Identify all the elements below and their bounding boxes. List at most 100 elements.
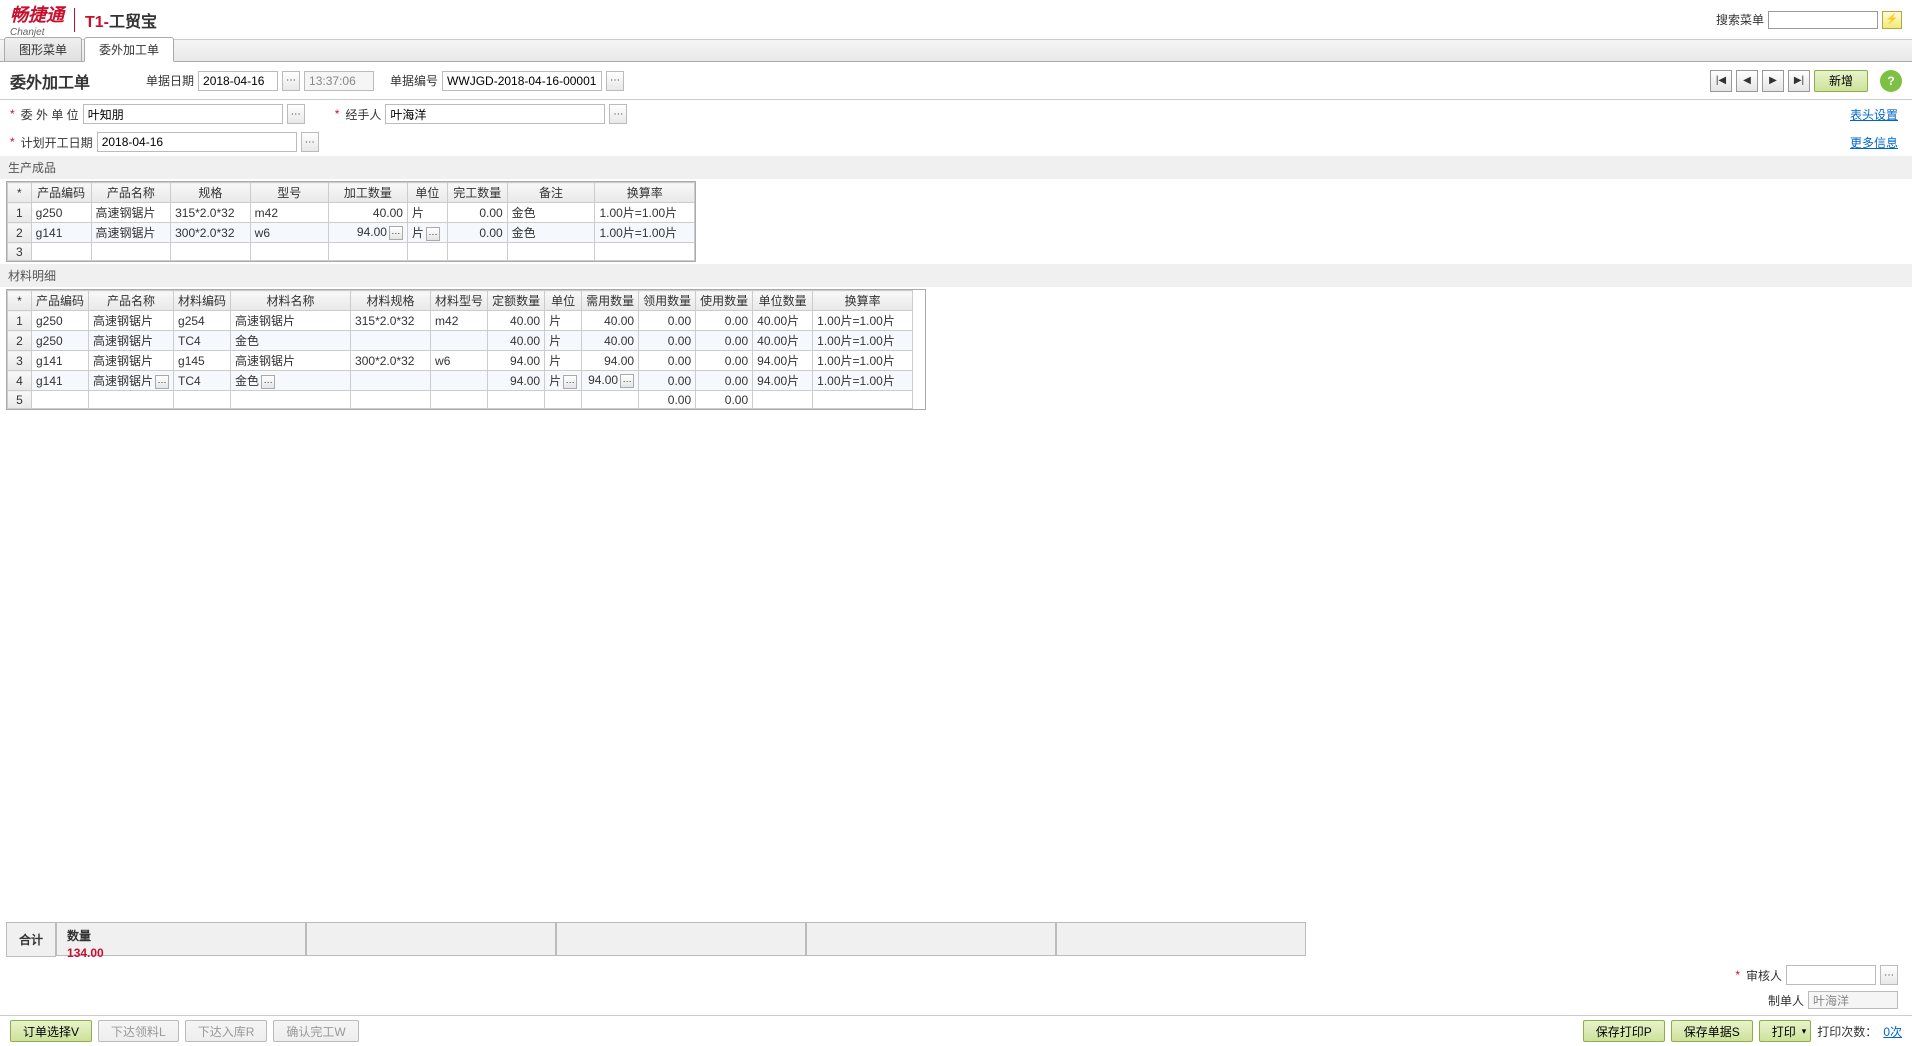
table-cell[interactable]: 40.00: [488, 331, 545, 351]
tab-graphic-menu[interactable]: 图形菜单: [4, 37, 82, 61]
products-col-header[interactable]: 产品编码: [31, 183, 91, 203]
cell-lookup-icon[interactable]: ⋯: [563, 375, 577, 389]
table-cell[interactable]: [328, 243, 407, 261]
table-cell[interactable]: w6: [431, 351, 488, 371]
doc-date-input[interactable]: [198, 71, 278, 91]
nav-last[interactable]: ▶|: [1788, 70, 1810, 92]
table-cell[interactable]: [447, 243, 507, 261]
table-cell[interactable]: 0.00: [639, 331, 696, 351]
table-cell[interactable]: w6: [250, 223, 328, 243]
products-col-header[interactable]: 备注: [507, 183, 595, 203]
materials-col-header[interactable]: 材料规格: [351, 291, 431, 311]
materials-col-header[interactable]: 产品编码: [32, 291, 89, 311]
table-cell[interactable]: g250: [31, 203, 91, 223]
table-cell[interactable]: [507, 243, 595, 261]
doc-date-picker[interactable]: ⋯: [282, 71, 300, 91]
table-cell[interactable]: 高速钢锯片: [89, 331, 174, 351]
order-select-button[interactable]: 订单选择V: [10, 1020, 92, 1042]
table-cell[interactable]: [595, 243, 695, 261]
table-cell[interactable]: 0.00: [639, 371, 696, 391]
save-print-button[interactable]: 保存打印P: [1583, 1020, 1665, 1042]
table-cell[interactable]: 94.00: [488, 351, 545, 371]
print-count-link[interactable]: 0次: [1883, 1023, 1902, 1040]
auditor-input[interactable]: [1786, 965, 1876, 985]
cell-lookup-icon[interactable]: ⋯: [389, 226, 403, 240]
table-cell[interactable]: 40.00片: [753, 311, 813, 331]
auditor-lookup[interactable]: ⋯: [1880, 965, 1898, 985]
table-row[interactable]: 2g141高速钢锯片300*2.0*32w694.00⋯片⋯0.00金色1.00…: [8, 223, 695, 243]
table-cell[interactable]: 0.00: [639, 311, 696, 331]
table-cell[interactable]: 1.00片=1.00片: [813, 351, 913, 371]
table-cell[interactable]: 高速钢锯片: [89, 311, 174, 331]
table-cell[interactable]: 0.00: [696, 351, 753, 371]
table-cell[interactable]: 片⋯: [407, 223, 447, 243]
table-cell[interactable]: 1.00片=1.00片: [813, 331, 913, 351]
products-col-header[interactable]: 规格: [171, 183, 251, 203]
table-cell[interactable]: [431, 331, 488, 351]
nav-prev[interactable]: ◀: [1736, 70, 1758, 92]
table-cell[interactable]: 高速钢锯片: [91, 203, 171, 223]
table-cell[interactable]: 高速钢锯片⋯: [89, 371, 174, 391]
search-button[interactable]: ⚡: [1882, 11, 1902, 29]
table-cell[interactable]: 高速钢锯片: [231, 311, 351, 331]
search-input[interactable]: [1768, 11, 1878, 29]
table-row[interactable]: 1g250高速钢锯片315*2.0*32m4240.00片0.00金色1.00片…: [8, 203, 695, 223]
table-cell[interactable]: 金色: [507, 223, 595, 243]
table-cell[interactable]: [431, 371, 488, 391]
materials-col-header[interactable]: 使用数量: [696, 291, 753, 311]
table-cell[interactable]: [250, 243, 328, 261]
table-cell[interactable]: 金色: [507, 203, 595, 223]
vendor-input[interactable]: [83, 104, 283, 124]
handler-lookup[interactable]: ⋯: [609, 104, 627, 124]
cell-lookup-icon[interactable]: ⋯: [155, 375, 169, 389]
table-cell[interactable]: 94.00片: [753, 371, 813, 391]
cell-lookup-icon[interactable]: ⋯: [261, 375, 275, 389]
table-cell[interactable]: 高速钢锯片: [231, 351, 351, 371]
materials-col-header[interactable]: 领用数量: [639, 291, 696, 311]
table-cell[interactable]: 40.00: [328, 203, 407, 223]
table-cell[interactable]: 94.00: [488, 371, 545, 391]
table-cell[interactable]: m42: [250, 203, 328, 223]
table-cell[interactable]: 片: [407, 203, 447, 223]
table-cell[interactable]: g141: [32, 371, 89, 391]
table-cell[interactable]: TC4: [174, 331, 231, 351]
table-cell[interactable]: 0.00: [447, 223, 507, 243]
table-cell[interactable]: 1.00片=1.00片: [813, 371, 913, 391]
cell-lookup-icon[interactable]: ⋯: [620, 374, 634, 388]
help-icon[interactable]: ?: [1880, 70, 1902, 92]
materials-col-header[interactable]: 定额数量: [488, 291, 545, 311]
table-cell[interactable]: 40.00: [488, 311, 545, 331]
materials-col-header[interactable]: 需用数量: [582, 291, 639, 311]
table-cell[interactable]: g250: [32, 331, 89, 351]
table-cell[interactable]: g141: [32, 351, 89, 371]
table-cell[interactable]: [351, 391, 431, 409]
table-cell[interactable]: 0.00: [696, 331, 753, 351]
materials-col-header[interactable]: 产品名称: [89, 291, 174, 311]
table-cell[interactable]: 315*2.0*32: [171, 203, 251, 223]
table-cell[interactable]: 片⋯: [545, 371, 582, 391]
table-cell[interactable]: [488, 391, 545, 409]
table-cell[interactable]: [407, 243, 447, 261]
materials-col-header[interactable]: 材料编码: [174, 291, 231, 311]
table-cell[interactable]: g145: [174, 351, 231, 371]
save-doc-button[interactable]: 保存单据S: [1671, 1020, 1753, 1042]
confirm-complete-button[interactable]: 确认完工W: [273, 1020, 358, 1042]
table-cell[interactable]: g141: [31, 223, 91, 243]
table-row[interactable]: 3g141高速钢锯片g145高速钢锯片300*2.0*32w694.00片94.…: [8, 351, 913, 371]
products-col-header[interactable]: 型号: [250, 183, 328, 203]
table-cell[interactable]: 94.00⋯: [582, 371, 639, 391]
materials-col-header[interactable]: 单位数量: [753, 291, 813, 311]
table-cell[interactable]: 40.00: [582, 311, 639, 331]
table-cell[interactable]: 金色⋯: [231, 371, 351, 391]
issue-material-button[interactable]: 下达领料L: [98, 1020, 179, 1042]
table-cell[interactable]: 高速钢锯片: [91, 223, 171, 243]
table-cell[interactable]: [582, 391, 639, 409]
table-cell[interactable]: 315*2.0*32: [351, 311, 431, 331]
cell-lookup-icon[interactable]: ⋯: [426, 227, 440, 241]
table-cell[interactable]: [813, 391, 913, 409]
products-col-header[interactable]: 加工数量: [328, 183, 407, 203]
table-cell[interactable]: 94.00: [582, 351, 639, 371]
nav-first[interactable]: |◀: [1710, 70, 1732, 92]
table-cell[interactable]: 0.00: [639, 391, 696, 409]
table-cell[interactable]: [351, 331, 431, 351]
